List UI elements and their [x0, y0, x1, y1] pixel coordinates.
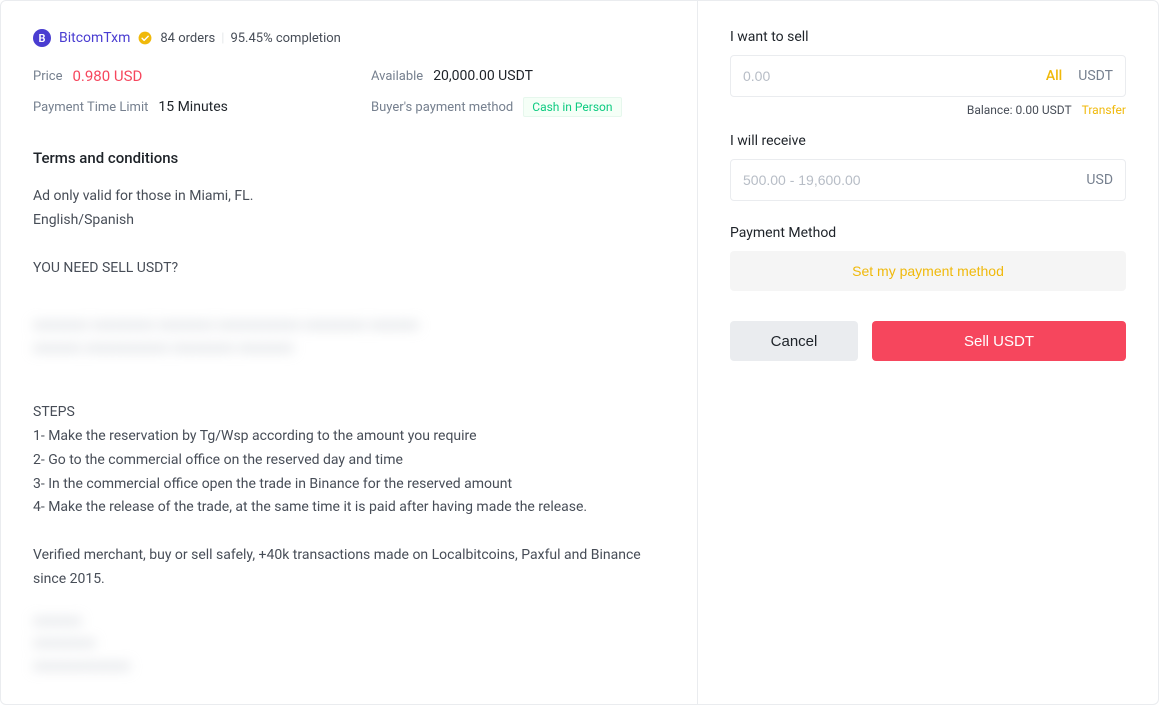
sell-submit-button[interactable]: Sell USDT: [872, 321, 1126, 361]
seller-completion: 95.45% completion: [230, 31, 340, 46]
sell-currency: USDT: [1070, 68, 1113, 84]
sell-amount-group: All USDT: [730, 55, 1126, 97]
price-label: Price: [33, 69, 62, 84]
terms-line: YOU NEED SELL USDT?: [33, 257, 665, 281]
seller-stats: 84 orders | 95.45% completion: [160, 31, 340, 46]
terms-line: Verified merchant, buy or sell safely, +…: [33, 544, 665, 592]
receive-amount-group: USD: [730, 159, 1126, 201]
info-row-1: Price 0.980 USD Available 20,000.00 USDT: [33, 67, 665, 85]
trade-form-panel: I want to sell All USDT Balance: 0.00 US…: [698, 1, 1158, 704]
receive-currency: USD: [1078, 172, 1113, 188]
sell-amount-input[interactable]: [743, 68, 1038, 84]
available-label: Available: [371, 69, 423, 84]
seller-name-link[interactable]: BitcomTxm: [59, 30, 130, 46]
balance-text: Balance: 0.00 USDT: [967, 103, 1072, 117]
transfer-link[interactable]: Transfer: [1082, 103, 1126, 117]
seller-header: B BitcomTxm 84 orders | 95.45% completio…: [33, 29, 665, 47]
terms-line: STEPS: [33, 401, 665, 425]
p2p-trade-dialog: B BitcomTxm 84 orders | 95.45% completio…: [0, 0, 1159, 705]
terms-line: 3- In the commercial office open the tra…: [33, 473, 665, 497]
verified-badge-icon: [138, 31, 152, 45]
payment-method-badge: Cash in Person: [523, 97, 621, 117]
seller-orders: 84 orders: [160, 31, 215, 46]
available-value: 20,000.00 USDT: [433, 68, 533, 84]
terms-line: 4- Make the release of the trade, at the…: [33, 496, 665, 520]
payment-method-section-label: Payment Method: [730, 225, 1126, 241]
sell-amount-label: I want to sell: [730, 29, 1126, 45]
time-limit-label: Payment Time Limit: [33, 100, 148, 115]
offer-details-panel: B BitcomTxm 84 orders | 95.45% completio…: [1, 1, 698, 704]
terms-line: English/Spanish: [33, 209, 665, 233]
stats-separator: |: [221, 31, 224, 46]
time-limit-value: 15 Minutes: [158, 99, 228, 115]
terms-heading: Terms and conditions: [33, 149, 665, 167]
seller-avatar[interactable]: B: [33, 29, 51, 47]
terms-line: 1- Make the reservation by Tg/Wsp accord…: [33, 425, 665, 449]
actions-row: Cancel Sell USDT: [730, 321, 1126, 361]
cancel-button[interactable]: Cancel: [730, 321, 858, 361]
receive-amount-input[interactable]: [743, 172, 1078, 188]
receive-amount-label: I will receive: [730, 133, 1126, 149]
set-payment-method-button[interactable]: Set my payment method: [730, 251, 1126, 291]
payment-method-label: Buyer's payment method: [371, 100, 513, 115]
redacted-block: xxxxxxxx xxxxxxxxx xxxxxxxx xxxxxxxxxxxx…: [33, 314, 665, 359]
balance-row: Balance: 0.00 USDT Transfer: [730, 103, 1126, 117]
all-button[interactable]: All: [1038, 68, 1070, 84]
info-row-2: Payment Time Limit 15 Minutes Buyer's pa…: [33, 97, 665, 117]
terms-line: 2- Go to the commercial office on the re…: [33, 449, 665, 473]
terms-body: Ad only valid for those in Miami, FL.Eng…: [33, 185, 665, 677]
price-value: 0.980 USD: [72, 67, 142, 85]
terms-line: Ad only valid for those in Miami, FL.: [33, 185, 665, 209]
redacted-block: xxxxxxx xxxxxxxxx xxxxxxxxxxxxxx: [33, 610, 193, 677]
